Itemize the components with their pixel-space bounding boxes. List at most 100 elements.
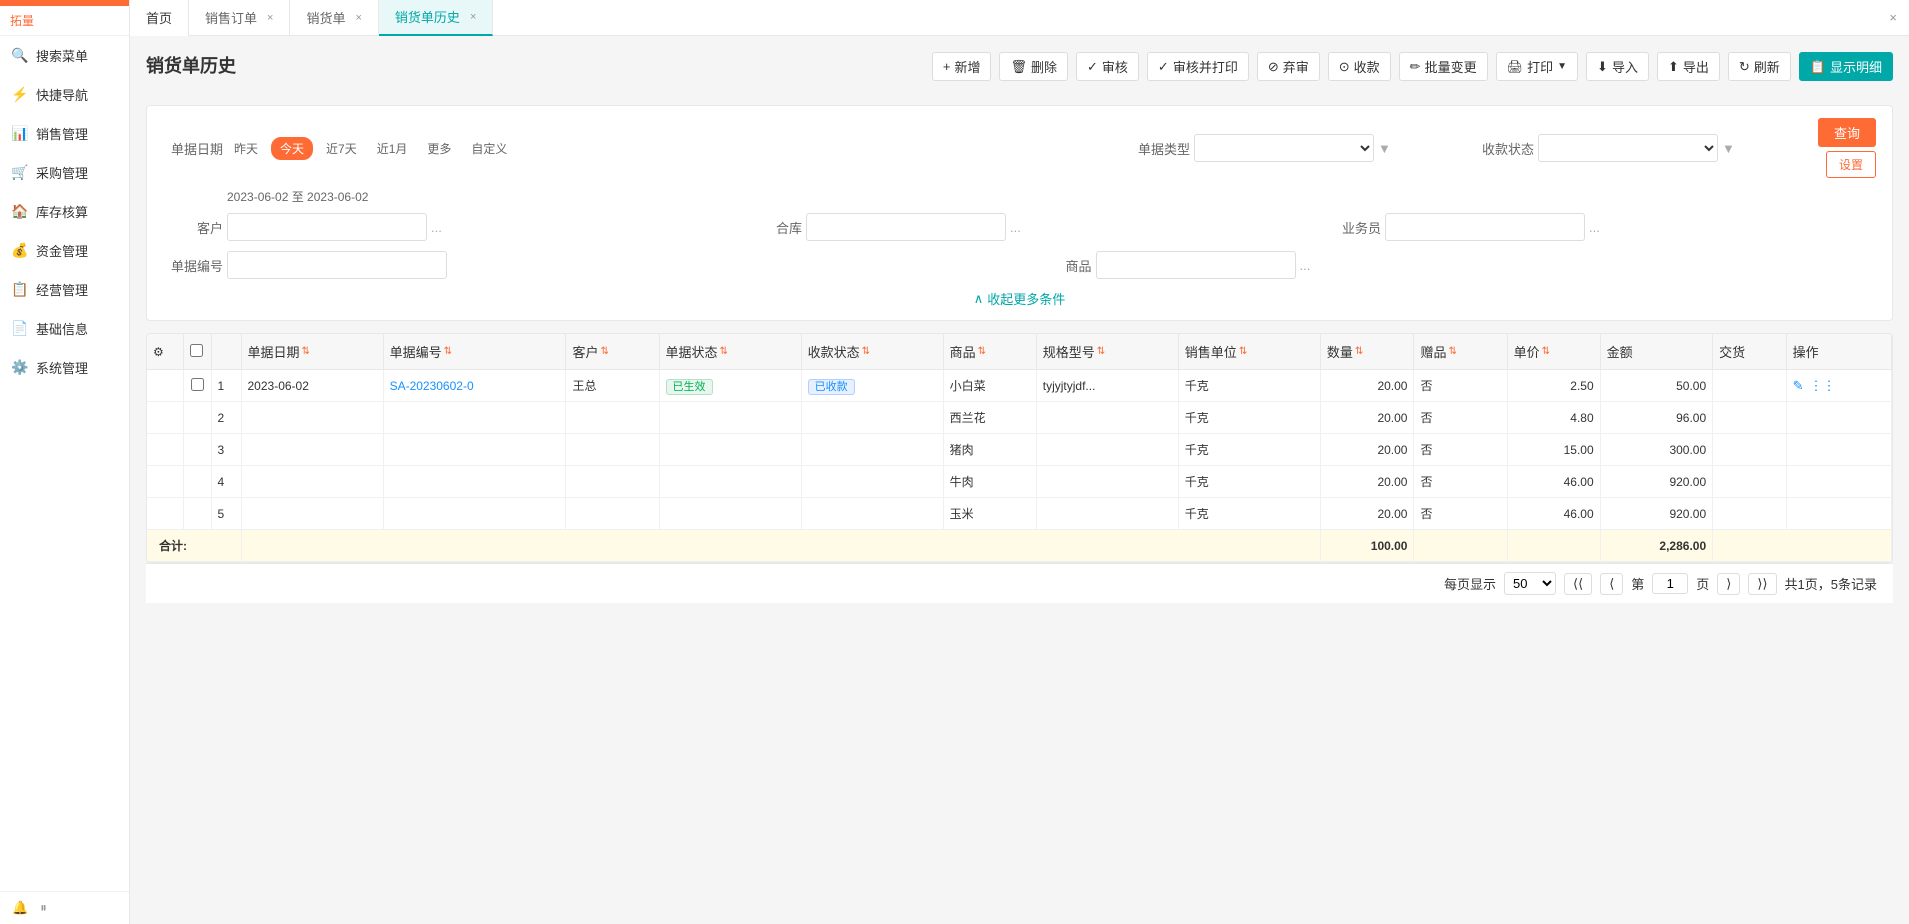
more-action-icon[interactable]: ⋮⋮ <box>1810 378 1836 394</box>
col-price[interactable]: 单价⇅ <box>1507 334 1600 370</box>
audit-button[interactable]: ✓ 审核 <box>1076 52 1139 81</box>
col-doc-no[interactable]: 单据编号⇅ <box>383 334 566 370</box>
goods-input[interactable] <box>1096 251 1296 279</box>
col-doc-status[interactable]: 单据状态⇅ <box>659 334 801 370</box>
prev-page-button[interactable]: ⟨ <box>1600 573 1623 595</box>
tab-home-label: 首页 <box>146 8 172 27</box>
tab-sales-history[interactable]: 销货单历史 × <box>379 0 493 36</box>
tab-sales-order[interactable]: 销售订单 × <box>189 0 290 36</box>
row-checkbox[interactable] <box>191 378 204 391</box>
discard-button[interactable]: ⊘ 弃审 <box>1257 52 1320 81</box>
tab-sales-goods-close[interactable]: × <box>355 12 361 24</box>
date-btn-more[interactable]: 更多 <box>420 137 458 160</box>
sidebar-item-system-mgmt[interactable]: ⚙️ 系统管理 <box>0 348 129 387</box>
query-button[interactable]: 查询 <box>1818 118 1876 147</box>
sidebar-item-inventory[interactable]: 🏠 库存核算 <box>0 192 129 231</box>
add-label: 新增 <box>954 57 980 76</box>
row-goods: 玉米 <box>943 498 1036 530</box>
col-goods[interactable]: 商品⇅ <box>943 334 1036 370</box>
goods-dots[interactable]: ... <box>1300 258 1311 273</box>
col-unit[interactable]: 销售单位⇅ <box>1178 334 1320 370</box>
salesperson-dots[interactable]: ... <box>1589 220 1600 235</box>
export-label: 导出 <box>1683 57 1709 76</box>
delete-button[interactable]: 🗑 删除 <box>999 52 1068 81</box>
print-button[interactable]: 🖨 打印 ▼ <box>1496 52 1578 81</box>
col-customer[interactable]: 客户⇅ <box>566 334 659 370</box>
salesperson-input[interactable] <box>1385 213 1585 241</box>
select-all-checkbox[interactable] <box>190 344 203 357</box>
page-label: 页 <box>1696 574 1709 593</box>
warehouse-input[interactable] <box>806 213 1006 241</box>
last-page-button[interactable]: ⟩⟩ <box>1748 573 1776 595</box>
page-size-select[interactable]: 50 100 <box>1504 572 1556 595</box>
row-goods: 猪肉 <box>943 434 1036 466</box>
export-button[interactable]: ⬆ 导出 <box>1657 52 1720 81</box>
inventory-icon: 🏠 <box>12 204 28 220</box>
date-btn-yesterday[interactable]: 昨天 <box>227 137 265 160</box>
col-settings[interactable]: ⚙ <box>147 334 183 370</box>
tab-sales-history-close[interactable]: × <box>470 11 476 23</box>
sidebar-item-purchase-mgmt[interactable]: 🛒 采购管理 <box>0 153 129 192</box>
edit-icon[interactable]: ✎ <box>1793 378 1804 394</box>
collapse-filter-button[interactable]: ∧ 收起更多条件 <box>163 289 1876 308</box>
filter-section: 单据日期 昨天 今天 近7天 近1月 更多 自定义 单据类型 ▼ <box>146 105 1893 321</box>
first-page-button[interactable]: ⟨⟨ <box>1564 573 1592 595</box>
col-collect-status[interactable]: 收款状态⇅ <box>801 334 943 370</box>
collect-icon: ⊙ <box>1339 59 1350 75</box>
sidebar-item-label: 基础信息 <box>36 319 88 338</box>
date-btn-1month[interactable]: 近1月 <box>370 137 415 160</box>
import-button[interactable]: ⬇ 导入 <box>1586 52 1649 81</box>
notification-icon[interactable]: 🔔 <box>12 900 28 916</box>
col-qty[interactable]: 数量⇅ <box>1320 334 1414 370</box>
col-doc-date[interactable]: 单据日期⇅ <box>241 334 383 370</box>
setting-button[interactable]: 设置 <box>1826 151 1876 178</box>
date-btn-today[interactable]: 今天 <box>271 137 313 160</box>
collect-button[interactable]: ⊙ 收款 <box>1328 52 1391 81</box>
page-title: 销货单历史 <box>146 52 236 78</box>
sidebar-item-operations[interactable]: 📋 经营管理 <box>0 270 129 309</box>
show-detail-button[interactable]: 📋 显示明细 <box>1799 52 1893 81</box>
pause-icon[interactable]: ⏸ <box>40 900 47 916</box>
tab-sales-order-close[interactable]: × <box>267 12 273 24</box>
page-number-input[interactable] <box>1652 573 1688 594</box>
table-row: 3 猪肉 千克 20.00 否 15.00 300.00 <box>147 434 1892 466</box>
filter-group-date: 单据日期 昨天 今天 近7天 近1月 更多 自定义 <box>163 137 1106 160</box>
refresh-label: 刷新 <box>1754 57 1780 76</box>
filter-row-2: 客户 ... 合库 ... 业务员 ... <box>163 213 1876 241</box>
batch-change-button[interactable]: ✏ 批量变更 <box>1399 52 1488 81</box>
filter-row-3: 单据编号 商品 ... <box>163 251 1876 279</box>
sales-mgmt-icon: 📊 <box>12 126 28 142</box>
sidebar-item-sales-mgmt[interactable]: 📊 销售管理 <box>0 114 129 153</box>
warehouse-dots[interactable]: ... <box>1010 220 1021 235</box>
row-checkbox-cell[interactable] <box>183 370 211 402</box>
sidebar-item-finance[interactable]: 💰 资金管理 <box>0 231 129 270</box>
sidebar-item-basic-info[interactable]: 📄 基础信息 <box>0 309 129 348</box>
add-button[interactable]: + 新增 <box>932 52 992 81</box>
collect-label: 收款 <box>1354 57 1380 76</box>
col-spec[interactable]: 规格型号⇅ <box>1036 334 1178 370</box>
doc-type-select[interactable] <box>1194 134 1374 162</box>
next-page-button[interactable]: ⟩ <box>1717 573 1740 595</box>
tab-home[interactable]: 首页 <box>130 0 189 36</box>
tab-sales-goods[interactable]: 销货单 × <box>290 0 378 36</box>
sidebar-item-search-menu[interactable]: 🔍 搜索菜单 <box>0 36 129 75</box>
doc-no-input[interactable] <box>227 251 447 279</box>
col-gift[interactable]: 赠品⇅ <box>1414 334 1507 370</box>
row-actions: ✎ ⋮⋮ <box>1793 378 1885 394</box>
filter-group-goods: 商品 ... <box>1032 251 1877 279</box>
close-all-tabs[interactable]: × <box>1877 10 1909 25</box>
customer-dots[interactable]: ... <box>431 220 442 235</box>
date-btn-custom[interactable]: 自定义 <box>464 137 514 160</box>
page-content: 销货单历史 + 新增 🗑 删除 ✓ 审核 ✓ 审核并打印 <box>130 36 1909 924</box>
sidebar-item-quick-nav[interactable]: ⚡ 快捷导航 <box>0 75 129 114</box>
row-collect-status: 已收款 <box>801 370 943 402</box>
date-btn-7days[interactable]: 近7天 <box>319 137 364 160</box>
date-label: 单据日期 <box>163 139 223 158</box>
refresh-button[interactable]: ↻ 刷新 <box>1728 52 1791 81</box>
customer-input[interactable] <box>227 213 427 241</box>
audit-print-button[interactable]: ✓ 审核并打印 <box>1147 52 1249 81</box>
table-header-row: ⚙ 单据日期⇅ 单据编号⇅ 客户⇅ 单据状态⇅ 收款状态⇅ 商品⇅ 规格型号⇅ … <box>147 334 1892 370</box>
collect-status-select[interactable] <box>1538 134 1718 162</box>
audit-print-icon: ✓ <box>1158 59 1169 75</box>
row-doc-no[interactable]: SA-20230602-0 <box>383 370 566 402</box>
